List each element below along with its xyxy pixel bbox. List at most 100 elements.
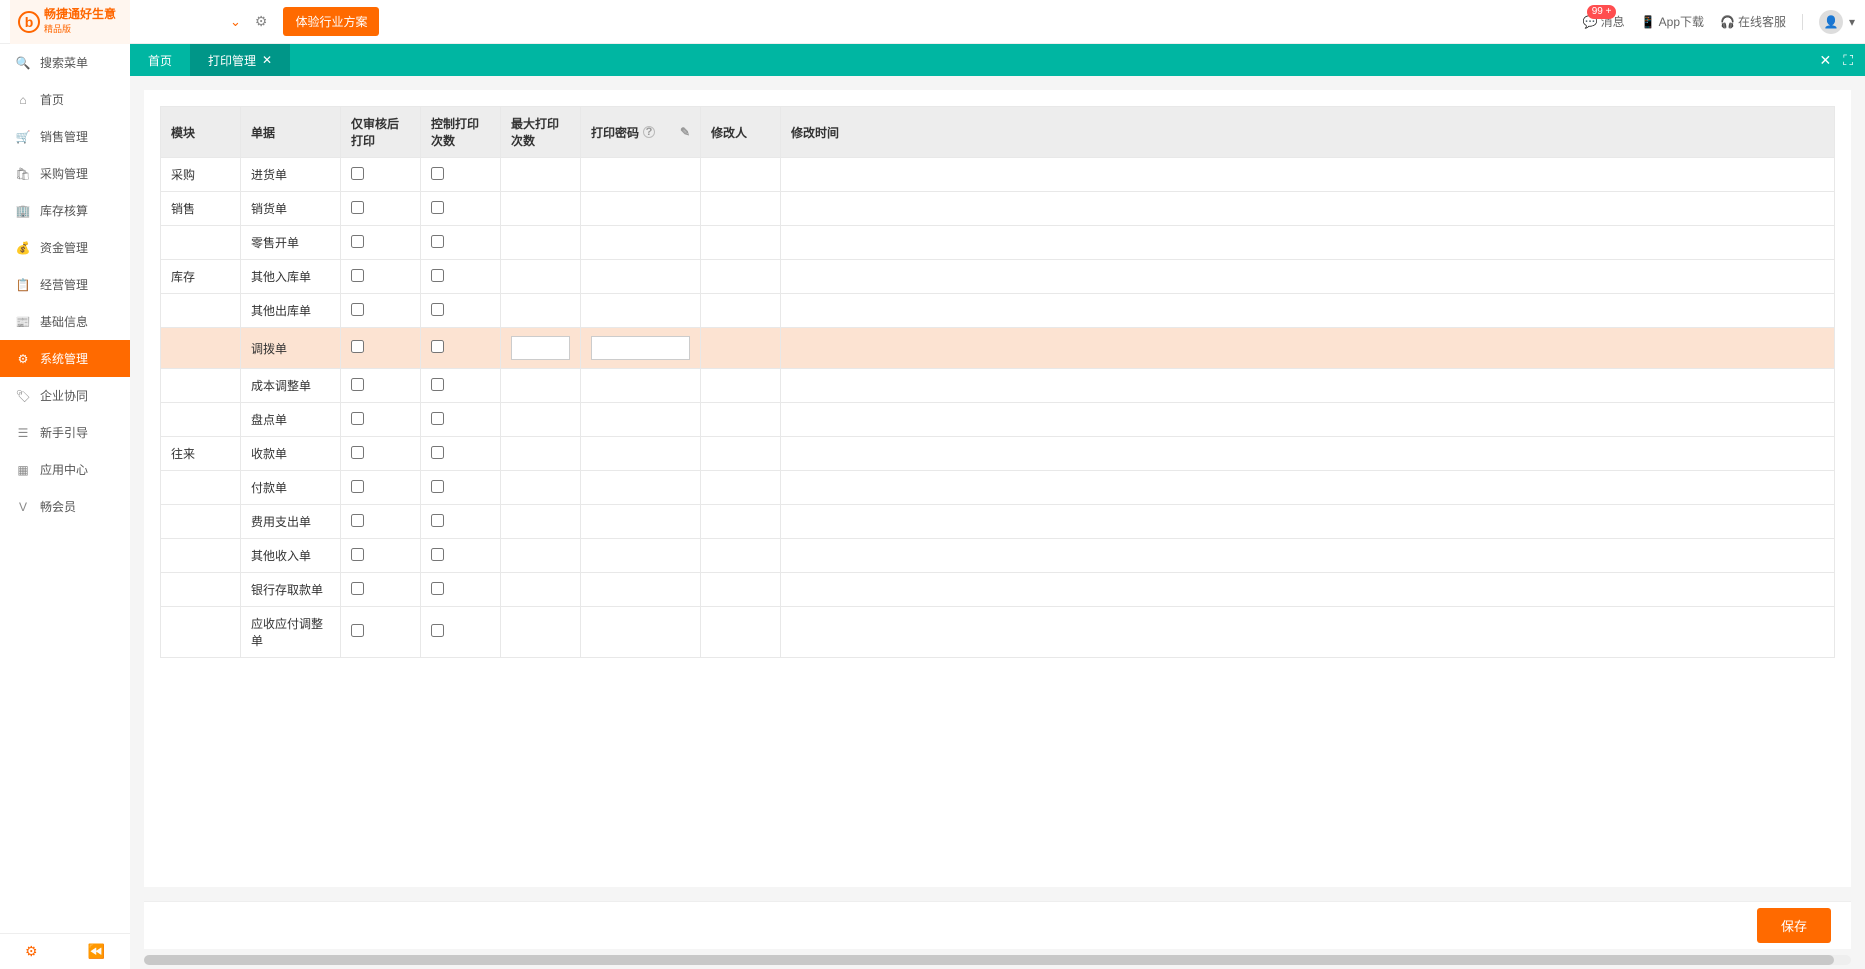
sidebar-item-guide[interactable]: ☰新手引导 [0, 414, 130, 451]
cell-doc: 其他出库单 [241, 294, 341, 328]
table-row[interactable]: 其他出库单 [161, 294, 1835, 328]
table-row[interactable]: 零售开单 [161, 226, 1835, 260]
table-row[interactable]: 其他收入单 [161, 539, 1835, 573]
sidebar-item-vip[interactable]: V畅会员 [0, 488, 130, 525]
sidebar-item-sales[interactable]: 🛒销售管理 [0, 118, 130, 155]
sidebar-item-label: 采购管理 [40, 165, 88, 182]
sidebar-item-finance[interactable]: 💰资金管理 [0, 229, 130, 266]
control-count-checkbox[interactable] [431, 303, 444, 316]
industry-plan-button[interactable]: 体验行业方案 [283, 7, 379, 36]
edit-icon[interactable]: ✎ [680, 125, 690, 139]
control-count-checkbox[interactable] [431, 167, 444, 180]
max-count-input[interactable] [511, 336, 570, 360]
biz-icon: 📋 [14, 278, 32, 292]
control-count-checkbox[interactable] [431, 480, 444, 493]
table-row[interactable]: 调拨单 [161, 328, 1835, 369]
sidebar-item-purchase[interactable]: 🛍采购管理 [0, 155, 130, 192]
table-row[interactable]: 销售销货单 [161, 192, 1835, 226]
audit-only-checkbox[interactable] [351, 480, 364, 493]
sidebar-item-stock[interactable]: 🏢库存核算 [0, 192, 130, 229]
audit-only-checkbox[interactable] [351, 412, 364, 425]
user-menu[interactable]: 👤 ▾ [1819, 10, 1855, 34]
control-count-checkbox[interactable] [431, 582, 444, 595]
table-row[interactable]: 费用支出单 [161, 505, 1835, 539]
sidebar-item-biz[interactable]: 📋经营管理 [0, 266, 130, 303]
control-count-checkbox[interactable] [431, 269, 444, 282]
close-all-tabs-icon[interactable]: ✕ [1819, 52, 1831, 69]
control-count-checkbox[interactable] [431, 378, 444, 391]
control-count-checkbox[interactable] [431, 514, 444, 527]
cell-modifier [701, 369, 781, 403]
close-icon[interactable]: ✕ [262, 53, 272, 67]
cell-modifier [701, 437, 781, 471]
footer-bar: 保存 [144, 901, 1851, 949]
cell-module [161, 403, 241, 437]
audit-only-checkbox[interactable] [351, 303, 364, 316]
table-row[interactable]: 库存其他入库单 [161, 260, 1835, 294]
audit-only-checkbox[interactable] [351, 378, 364, 391]
settings-icon[interactable]: ⚙ [25, 943, 38, 960]
cell-max-count [501, 539, 581, 573]
control-count-checkbox[interactable] [431, 235, 444, 248]
customer-service-button[interactable]: 🎧 在线客服 [1720, 13, 1786, 30]
cell-modifier [701, 260, 781, 294]
password-input[interactable] [591, 336, 690, 360]
collapse-icon[interactable]: ⏪ [88, 943, 105, 960]
sidebar-item-system[interactable]: ⚙系统管理 [0, 340, 130, 377]
cell-control-count [421, 328, 501, 369]
fullscreen-icon[interactable]: ⛶ [1843, 52, 1853, 69]
org-selector[interactable]: ⌄ [150, 14, 241, 30]
sidebar-item-home[interactable]: ⌂首页 [0, 81, 130, 118]
table-row[interactable]: 往来收款单 [161, 437, 1835, 471]
sidebar-item-appcenter[interactable]: ▦应用中心 [0, 451, 130, 488]
scrollbar-thumb[interactable] [144, 955, 1834, 965]
audit-only-checkbox[interactable] [351, 624, 364, 637]
horizontal-scrollbar[interactable] [144, 955, 1851, 965]
cell-max-count [501, 192, 581, 226]
audit-only-checkbox[interactable] [351, 514, 364, 527]
cell-module: 库存 [161, 260, 241, 294]
audit-only-checkbox[interactable] [351, 446, 364, 459]
control-count-checkbox[interactable] [431, 412, 444, 425]
audit-only-checkbox[interactable] [351, 340, 364, 353]
table-row[interactable]: 应收应付调整单 [161, 607, 1835, 658]
cell-max-count [501, 471, 581, 505]
sidebar-item-base[interactable]: 📰基础信息 [0, 303, 130, 340]
tabs-bar: 首页 打印管理✕ ✕ ⛶ [130, 44, 1865, 76]
audit-only-checkbox[interactable] [351, 201, 364, 214]
control-count-checkbox[interactable] [431, 201, 444, 214]
control-count-checkbox[interactable] [431, 548, 444, 561]
audit-only-checkbox[interactable] [351, 269, 364, 282]
tab-home[interactable]: 首页 [130, 44, 190, 76]
cell-doc: 其他收入单 [241, 539, 341, 573]
cell-modify-time [781, 471, 1835, 505]
sidebar-item-label: 新手引导 [40, 424, 88, 441]
control-count-checkbox[interactable] [431, 624, 444, 637]
gear-icon[interactable]: ⚙ [255, 13, 268, 30]
messages-button[interactable]: 99 + 💬 消息 [1583, 13, 1625, 30]
sidebar-item-corp[interactable]: 🏷企业协同 [0, 377, 130, 414]
table-row[interactable]: 采购进货单 [161, 158, 1835, 192]
table-row[interactable]: 盘点单 [161, 403, 1835, 437]
audit-only-checkbox[interactable] [351, 167, 364, 180]
table-row[interactable]: 银行存取款单 [161, 573, 1835, 607]
control-count-checkbox[interactable] [431, 340, 444, 353]
audit-only-checkbox[interactable] [351, 548, 364, 561]
cell-doc: 其他入库单 [241, 260, 341, 294]
tab-print[interactable]: 打印管理✕ [190, 44, 290, 76]
sidebar-item-label: 应用中心 [40, 461, 88, 478]
save-button[interactable]: 保存 [1757, 908, 1831, 943]
cell-max-count [501, 260, 581, 294]
help-icon[interactable]: ? [643, 126, 655, 138]
app-download-button[interactable]: 📱 App下载 [1641, 13, 1704, 30]
table-row[interactable]: 付款单 [161, 471, 1835, 505]
sidebar-item-label: 企业协同 [40, 387, 88, 404]
tab-label: 首页 [148, 52, 172, 69]
cell-max-count [501, 328, 581, 369]
sidebar-item-search[interactable]: 🔍搜索菜单 [0, 44, 130, 81]
control-count-checkbox[interactable] [431, 446, 444, 459]
cell-doc: 付款单 [241, 471, 341, 505]
audit-only-checkbox[interactable] [351, 582, 364, 595]
table-row[interactable]: 成本调整单 [161, 369, 1835, 403]
audit-only-checkbox[interactable] [351, 235, 364, 248]
